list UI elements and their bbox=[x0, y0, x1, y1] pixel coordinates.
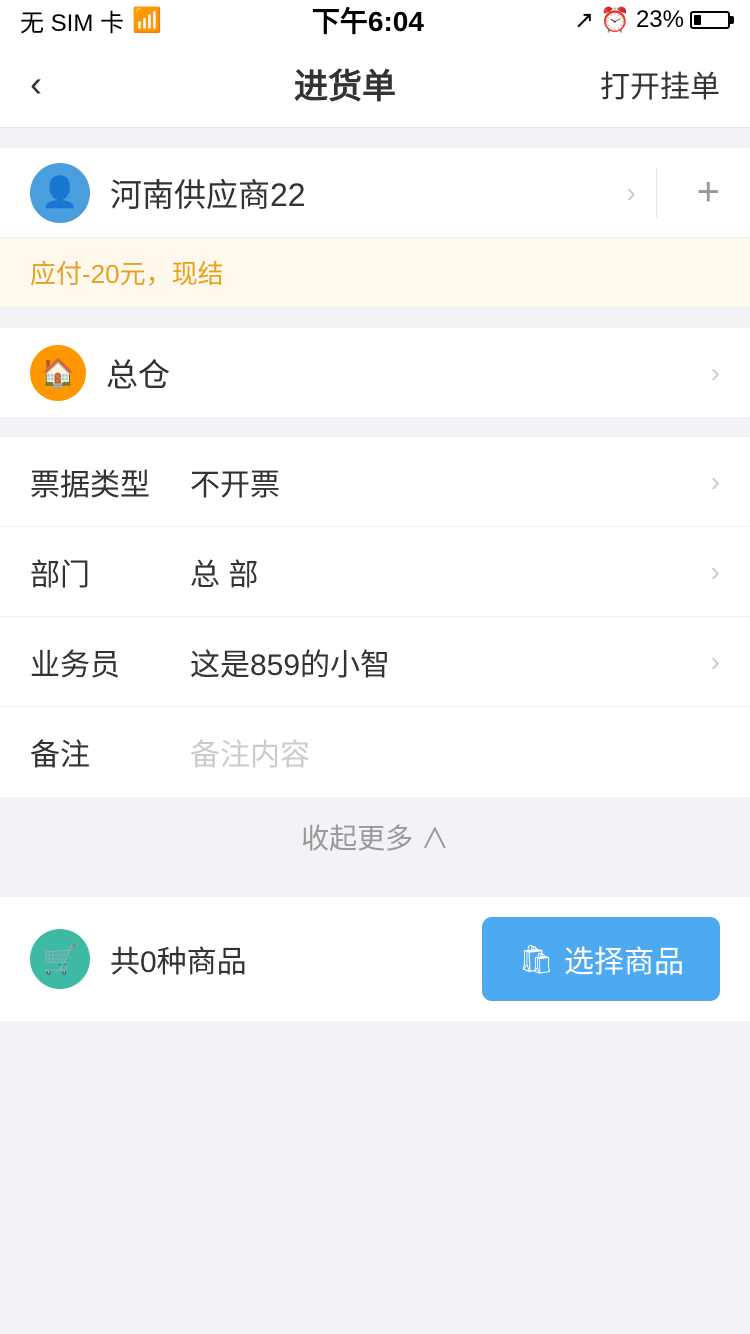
salesman-value: 这是859的小智 bbox=[170, 640, 711, 684]
warehouse-icon: 🏠 bbox=[30, 345, 86, 401]
select-icon: 🛍 bbox=[518, 943, 554, 976]
select-btn-label: 选择商品 bbox=[564, 937, 684, 981]
background-fill bbox=[0, 1021, 750, 1321]
remark-input[interactable]: 备注内容 bbox=[170, 730, 720, 774]
status-time: 下午6:04 bbox=[312, 0, 424, 40]
department-chevron-icon: › bbox=[711, 556, 720, 588]
salesman-chevron-icon: › bbox=[711, 646, 720, 678]
salesman-row[interactable]: 业务员 这是859的小智 › bbox=[0, 617, 750, 707]
invoice-type-chevron-icon: › bbox=[711, 466, 720, 498]
notice-text: 应付-20元，现结 bbox=[30, 259, 224, 289]
department-row[interactable]: 部门 总 部 › bbox=[0, 527, 750, 617]
supplier-name: 河南供应商22 bbox=[110, 170, 626, 216]
wifi-icon: 📶 bbox=[132, 6, 162, 35]
warehouse-row[interactable]: 🏠 总仓 › bbox=[0, 327, 750, 417]
supplier-avatar: 👤 bbox=[30, 163, 90, 223]
open-pending-button[interactable]: 打开挂单 bbox=[600, 62, 720, 106]
invoice-type-row[interactable]: 票据类型 不开票 › bbox=[0, 437, 750, 527]
supplier-chevron-icon: › bbox=[626, 177, 635, 209]
notice-bar: 应付-20元，现结 bbox=[0, 238, 750, 307]
location-icon: ↗ bbox=[574, 6, 594, 35]
bottom-bar: 🛒 共0种商品 🛍 选择商品 bbox=[0, 897, 750, 1021]
product-count: 共0种商品 bbox=[110, 937, 482, 981]
warehouse-section: 🏠 总仓 › bbox=[0, 327, 750, 417]
collapse-row[interactable]: 收起更多 ∧ bbox=[0, 797, 750, 877]
invoice-type-value: 不开票 bbox=[170, 460, 711, 504]
top-divider bbox=[0, 128, 750, 148]
alarm-icon: ⏰ bbox=[600, 6, 630, 35]
warehouse-name: 总仓 bbox=[106, 350, 711, 396]
mid-divider-1 bbox=[0, 307, 750, 327]
invoice-type-label: 票据类型 bbox=[30, 460, 170, 504]
collapse-label: 收起更多 ∧ bbox=[301, 817, 449, 857]
carrier-label: 无 SIM 卡 bbox=[20, 3, 124, 38]
warehouse-chevron-icon: › bbox=[711, 357, 720, 389]
supplier-divider bbox=[656, 168, 657, 218]
nav-bar: ‹ 进货单 打开挂单 bbox=[0, 40, 750, 128]
product-icon: 🛒 bbox=[30, 929, 90, 989]
battery-icon bbox=[690, 11, 730, 29]
battery-percent: 23% bbox=[636, 6, 684, 34]
page-title: 进货单 bbox=[294, 59, 396, 108]
cart-icon: 🛒 bbox=[43, 943, 78, 976]
status-bar: 无 SIM 卡 📶 下午6:04 ↗ ⏰ 23% bbox=[0, 0, 750, 40]
remark-label: 备注 bbox=[30, 730, 170, 774]
supplier-section: 👤 河南供应商22 › + 应付-20元，现结 bbox=[0, 148, 750, 307]
salesman-label: 业务员 bbox=[30, 640, 170, 684]
remark-row[interactable]: 备注 备注内容 bbox=[0, 707, 750, 797]
back-button[interactable]: ‹ bbox=[30, 63, 90, 105]
supplier-row[interactable]: 👤 河南供应商22 › + bbox=[0, 148, 750, 238]
status-right: ↗ ⏰ 23% bbox=[574, 6, 730, 35]
add-supplier-button[interactable]: + bbox=[697, 170, 720, 215]
department-label: 部门 bbox=[30, 550, 170, 594]
status-left: 无 SIM 卡 📶 bbox=[20, 3, 162, 38]
select-product-button[interactable]: 🛍 选择商品 bbox=[482, 917, 720, 1001]
form-section: 票据类型 不开票 › 部门 总 部 › 业务员 这是859的小智 › 备注 备注… bbox=[0, 437, 750, 797]
avatar-icon: 👤 bbox=[41, 175, 78, 210]
department-value: 总 部 bbox=[170, 550, 711, 594]
house-icon: 🏠 bbox=[41, 356, 76, 389]
